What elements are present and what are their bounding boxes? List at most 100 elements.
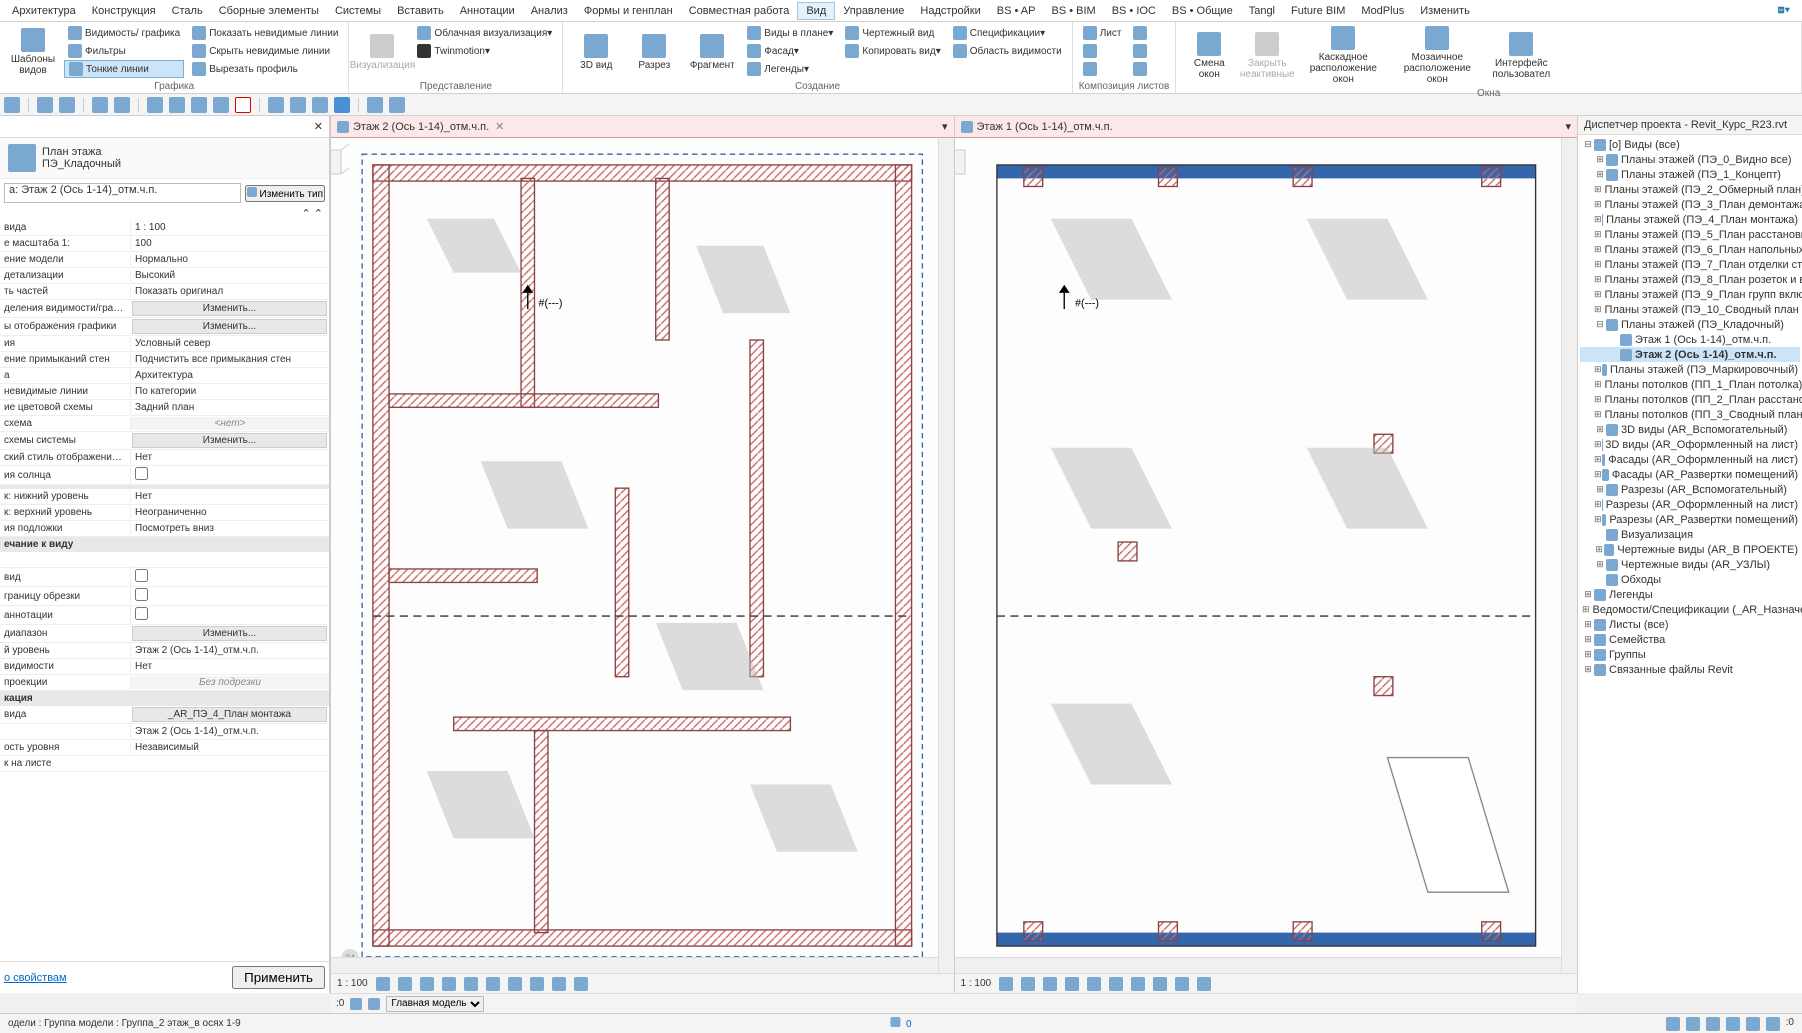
show-hidden-lines-button[interactable]: Показать невидимые линии: [188, 24, 342, 42]
crop-view-icon[interactable]: [1087, 977, 1101, 991]
sun-path-icon[interactable]: [1043, 977, 1057, 991]
menu-item[interactable]: Совместная работа: [681, 3, 798, 19]
tree-item[interactable]: ⊞3D виды (AR_Оформленный на лист): [1580, 437, 1800, 452]
constraints-icon[interactable]: [574, 977, 588, 991]
open-icon[interactable]: [114, 97, 130, 113]
tag-icon[interactable]: [147, 97, 163, 113]
tree-item[interactable]: ⊞Планы этажей (ПЭ_3_План демонтажа): [1580, 197, 1800, 212]
door-icon[interactable]: [59, 97, 75, 113]
hide-isolate-icon[interactable]: [1131, 977, 1145, 991]
properties-help-link[interactable]: о свойствам: [4, 972, 67, 984]
expander-icon[interactable]: ⊞: [1594, 274, 1602, 285]
menu-item[interactable]: Надстройки: [912, 3, 988, 19]
tree-item[interactable]: ⊟Планы этажей (ПЭ_Кладочный): [1580, 317, 1800, 332]
tree-item[interactable]: ⊞Планы этажей (ПЭ_9_План групп включ: [1580, 287, 1800, 302]
align-icon[interactable]: [268, 97, 284, 113]
crop-region-icon[interactable]: [1109, 977, 1123, 991]
sun-path-icon[interactable]: [420, 977, 434, 991]
expander-icon[interactable]: ⊞: [1594, 169, 1606, 180]
close-inactive-button[interactable]: Закрыть неактивные: [1240, 24, 1294, 87]
property-row[interactable]: ы отображения графикиИзменить...: [0, 318, 329, 336]
tree-item[interactable]: ⊞Планы этажей (ПЭ_1_Концепт): [1580, 167, 1800, 182]
project-browser-tree[interactable]: ⊟[о] Виды (все)⊞Планы этажей (ПЭ_0_Видно…: [1578, 135, 1802, 993]
expander-icon[interactable]: ⊞: [1582, 649, 1594, 660]
workset-icon[interactable]: [350, 998, 362, 1010]
view-tab-right[interactable]: Этаж 1 (Ось 1-14)_отм.ч.п. ▾: [955, 116, 1578, 138]
detail-level-icon[interactable]: [376, 977, 390, 991]
expander-icon[interactable]: ⊞: [1594, 364, 1602, 375]
detail-level-icon[interactable]: [999, 977, 1013, 991]
tree-item[interactable]: ⊞Группы: [1580, 647, 1800, 662]
expander-icon[interactable]: ⊞: [1594, 304, 1602, 315]
tree-item[interactable]: ⊞Листы (все): [1580, 617, 1800, 632]
tree-item[interactable]: ⊞3D виды (AR_Вспомогательный): [1580, 422, 1800, 437]
print-icon[interactable]: [92, 97, 108, 113]
expander-icon[interactable]: ⊟: [1582, 139, 1594, 150]
select-links-icon[interactable]: [1666, 1017, 1680, 1031]
tree-item[interactable]: ⊞Разрезы (AR_Вспомогательный): [1580, 482, 1800, 497]
split-icon[interactable]: [213, 97, 229, 113]
measure-icon[interactable]: [169, 97, 185, 113]
paint-icon[interactable]: [191, 97, 207, 113]
tree-item[interactable]: ⊞Разрезы (AR_Оформленный на лист): [1580, 497, 1800, 512]
tree-item[interactable]: ⊞Планы потолков (ПП_3_Сводный план п: [1580, 407, 1800, 422]
scale-selector[interactable]: 1 : 100: [961, 978, 992, 989]
visual-style-icon[interactable]: [1021, 977, 1035, 991]
property-row[interactable]: схемы системыИзменить...: [0, 432, 329, 450]
property-row[interactable]: е масштаба 1:100: [0, 236, 329, 252]
tree-item[interactable]: ⊞Легенды: [1580, 587, 1800, 602]
tree-item[interactable]: Этаж 1 (Ось 1-14)_отм.ч.п.: [1580, 332, 1800, 347]
menu-item[interactable]: Вставить: [389, 3, 452, 19]
modify-icon[interactable]: [4, 97, 20, 113]
plan-views-button[interactable]: Виды в плане ▾: [743, 24, 837, 42]
sheet-button[interactable]: Лист: [1079, 24, 1126, 42]
menu-item[interactable]: Сталь: [164, 3, 211, 19]
expander-icon[interactable]: ⊞: [1594, 559, 1606, 570]
tree-item[interactable]: ⊞Разрезы (AR_Развертки помещений): [1580, 512, 1800, 527]
expander-icon[interactable]: ⊞: [1594, 484, 1606, 495]
reveal-hidden-icon[interactable]: [530, 977, 544, 991]
tree-item[interactable]: ⊞Ведомости/Спецификации (_AR_Назначен: [1580, 602, 1800, 617]
collapse-icon[interactable]: ⌃ ⌃: [302, 207, 324, 220]
tree-item[interactable]: Этаж 2 (Ось 1-14)_отм.ч.п.: [1580, 347, 1800, 362]
expander-icon[interactable]: ⊞: [1594, 544, 1604, 555]
worksharing-icon[interactable]: [552, 977, 566, 991]
3d-view-button[interactable]: 3D вид: [569, 24, 623, 80]
offset-icon[interactable]: [312, 97, 328, 113]
menu-item[interactable]: Изменить: [1412, 3, 1478, 19]
tree-item[interactable]: ⊞Чертежные виды (AR_УЗЛЫ): [1580, 557, 1800, 572]
select-face-icon[interactable]: [1726, 1017, 1740, 1031]
menu-item[interactable]: BS • IOC: [1104, 3, 1164, 19]
property-category[interactable]: ечание к виду: [0, 537, 329, 552]
interface-button[interactable]: Интерфейс пользовател: [1486, 24, 1556, 87]
expander-icon[interactable]: ⊞: [1594, 229, 1602, 240]
expander-icon[interactable]: ⊞: [1582, 634, 1594, 645]
drawing-canvas-right[interactable]: #(---): [955, 138, 1578, 973]
expander-icon[interactable]: ⊞: [1582, 604, 1590, 615]
expander-icon[interactable]: ⊞: [1594, 214, 1602, 225]
tree-item[interactable]: ⊞Планы потолков (ПП_2_План расстанов: [1580, 392, 1800, 407]
expander-icon[interactable]: ⊞: [1594, 199, 1602, 210]
tree-item[interactable]: ⊟[о] Виды (все): [1580, 137, 1800, 152]
tree-item[interactable]: ⊞Планы этажей (ПЭ_7_План отделки стен): [1580, 257, 1800, 272]
expander-icon[interactable]: ⊞: [1594, 184, 1602, 195]
filters-button[interactable]: Фильтры: [64, 42, 184, 60]
mosaic-button[interactable]: Мозаичное расположение окон: [1392, 24, 1482, 87]
legends-button[interactable]: Легенды ▾: [743, 60, 837, 78]
view-cube[interactable]: [955, 144, 1558, 973]
view-templates-button[interactable]: Шаблоны видов: [6, 24, 60, 80]
property-row[interactable]: к: верхний уровеньНеограниченно: [0, 505, 329, 521]
copy-view-button[interactable]: Копировать вид ▾: [841, 42, 944, 60]
render-button[interactable]: Визуализация: [355, 24, 409, 80]
expander-icon[interactable]: ⊞: [1594, 409, 1602, 420]
visual-style-icon[interactable]: [398, 977, 412, 991]
menu-item[interactable]: Формы и генплан: [576, 3, 681, 19]
menu-item[interactable]: Анализ: [523, 3, 576, 19]
tree-item[interactable]: ⊞Планы этажей (ПЭ_2_Обмерный план): [1580, 182, 1800, 197]
tree-item[interactable]: ⊞Планы этажей (ПЭ_6_План напольных по: [1580, 242, 1800, 257]
revision-button[interactable]: [1129, 60, 1154, 78]
tree-item[interactable]: ⊞Планы этажей (ПЭ_0_Видно все): [1580, 152, 1800, 167]
property-row[interactable]: ский стиль отображения р...Нет: [0, 450, 329, 466]
select-underlay-icon[interactable]: [1686, 1017, 1700, 1031]
extra2-icon[interactable]: [389, 97, 405, 113]
